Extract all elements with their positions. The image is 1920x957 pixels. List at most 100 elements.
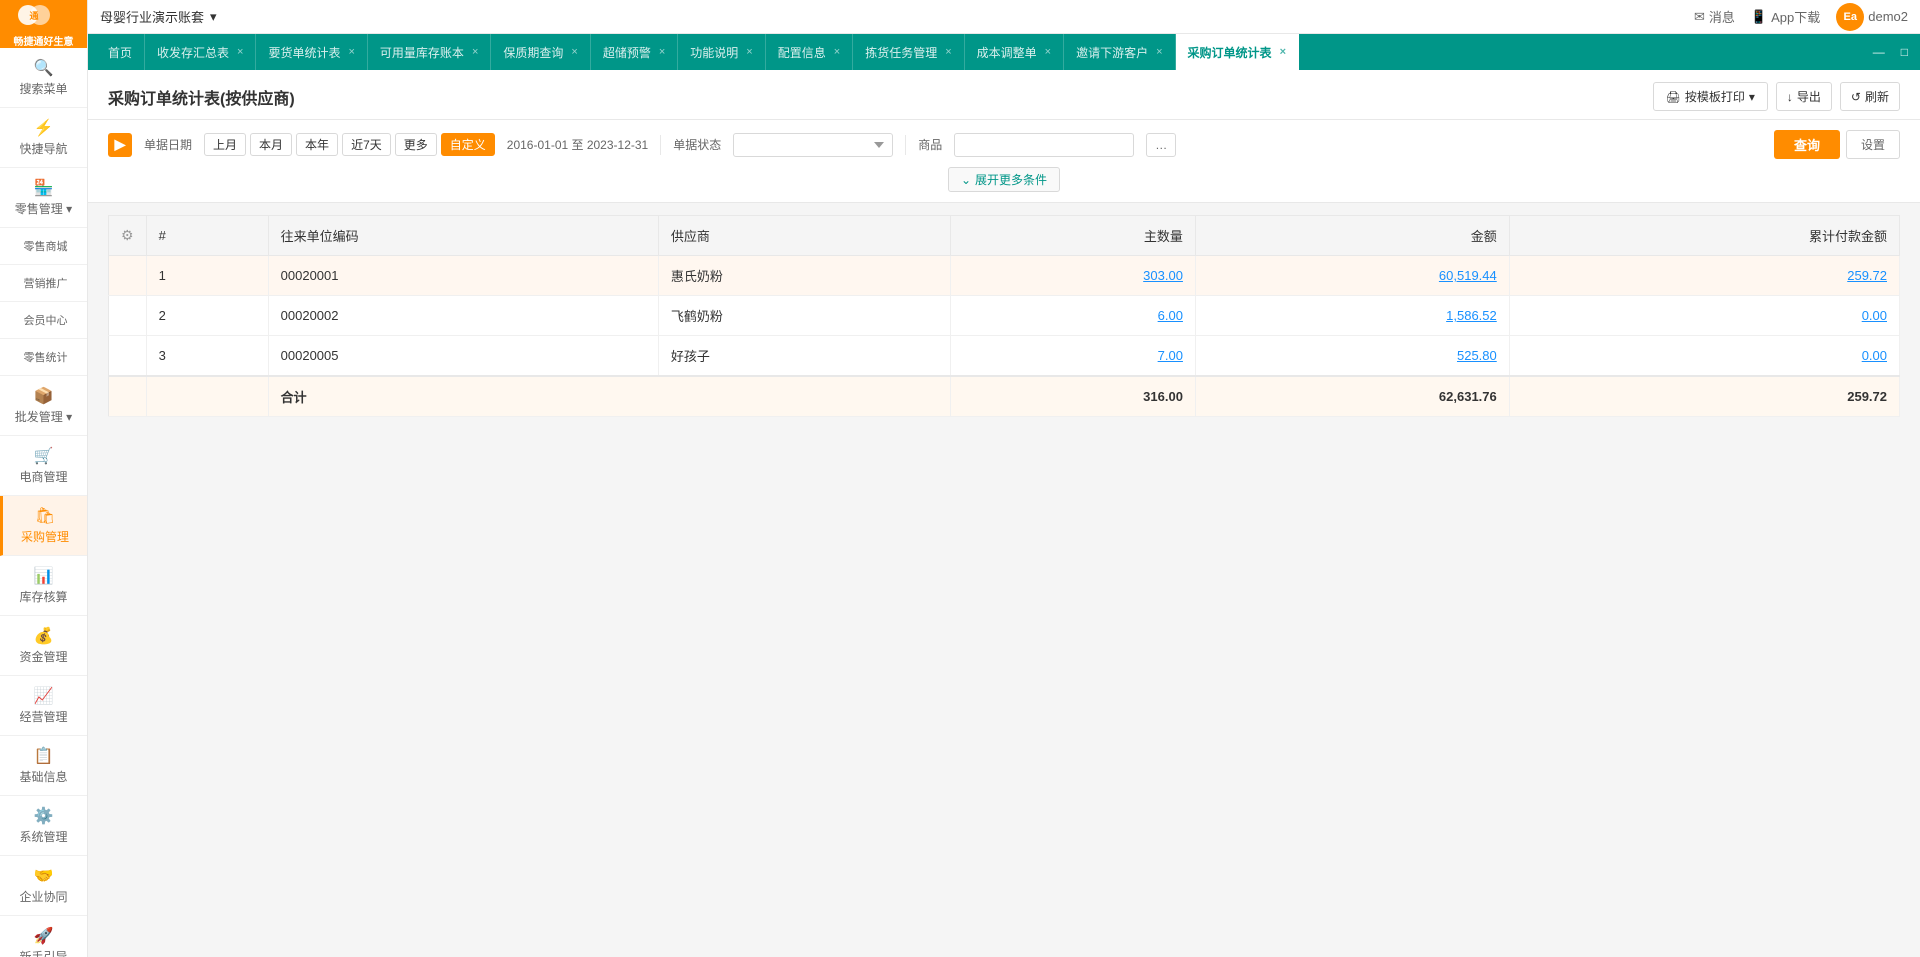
date-btn-more[interactable]: 更多 — [395, 133, 437, 156]
data-table: ⚙ # 往来单位编码 供应商 主数量 金额 累计付款金额 1 0002000 — [108, 215, 1900, 417]
td-unit-code: 00020005 — [268, 336, 658, 377]
sidebar-item-inventory[interactable]: 📊 库存核算 — [0, 556, 88, 616]
sidebar-item-search[interactable]: 🔍 搜索菜单 — [0, 48, 88, 108]
column-settings-icon[interactable]: ⚙ — [121, 227, 134, 243]
tab-overstock[interactable]: 超储预警 × — [591, 34, 678, 70]
sidebar-item-marketing[interactable]: 营销推广 — [0, 265, 88, 302]
tab-bar: 首页 收发存汇总表 × 要货单统计表 × 可用量库存账本 × 保质期查询 × 超… — [88, 34, 1920, 70]
date-btn-7days[interactable]: 近7天 — [342, 133, 391, 156]
td-seq: 2 — [146, 296, 268, 336]
tab-cost-adjust[interactable]: 成本调整单 × — [965, 34, 1064, 70]
td-supplier: 飞鹤奶粉 — [658, 296, 950, 336]
sidebar-item-newbie[interactable]: 🚀 新手引导 — [0, 916, 88, 957]
message-button[interactable]: ✉ 消息 — [1694, 7, 1735, 26]
sidebar-item-basic[interactable]: 📋 基础信息 — [0, 736, 88, 796]
td-footer-amount: 62,631.76 — [1195, 376, 1509, 417]
status-select[interactable] — [733, 133, 893, 157]
user-menu-button[interactable]: Ea demo2 — [1836, 3, 1908, 31]
date-btn-this-year[interactable]: 本年 — [296, 133, 338, 156]
separator-2 — [905, 135, 906, 155]
close-tab-icon[interactable]: × — [571, 46, 577, 58]
sidebar-item-member[interactable]: 会员中心 — [0, 302, 88, 339]
tab-config[interactable]: 配置信息 × — [766, 34, 853, 70]
sidebar-item-ops[interactable]: 📈 经营管理 — [0, 676, 88, 736]
settings-button[interactable]: 设置 — [1846, 130, 1900, 159]
date-quick-buttons: 上月 本月 本年 近7天 更多 自定义 — [204, 133, 495, 156]
username-label: demo2 — [1868, 9, 1908, 24]
chevron-down-icon: ▾ — [210, 9, 217, 25]
lightning-icon: ⚡ — [4, 118, 84, 138]
sidebar-item-wholesale[interactable]: 📦 批发管理 ▾ — [0, 376, 88, 436]
main-area: 母婴行业演示账套 ▾ ✉ 消息 📱 App下载 Ea demo2 首页 — [88, 0, 1920, 957]
sidebar-item-retail[interactable]: 🏪 零售管理 ▾ — [0, 168, 88, 228]
sidebar-item-ecom[interactable]: 🛒 电商管理 — [0, 436, 88, 496]
tab-warranty[interactable]: 保质期查询 × — [491, 34, 590, 70]
filter-area: ▶ 单据日期 上月 本月 本年 近7天 更多 自定义 2016-01-01 至 … — [88, 120, 1920, 203]
td-settings — [109, 296, 147, 336]
date-label: 单据日期 — [144, 136, 192, 153]
expand-more-conditions-button[interactable]: ⌄ 展开更多条件 — [948, 167, 1060, 192]
ops-icon: 📈 — [4, 686, 84, 706]
tab-avail-stock[interactable]: 可用量库存账本 × — [368, 34, 491, 70]
close-tab-icon[interactable]: × — [1156, 46, 1162, 58]
close-tab-icon[interactable]: × — [348, 46, 354, 58]
table-footer: 合计 316.00 62,631.76 259.72 — [109, 376, 1900, 417]
close-tab-icon[interactable]: × — [472, 46, 478, 58]
close-tab-icon[interactable]: × — [237, 46, 243, 58]
sidebar-item-retailstat[interactable]: 零售统计 — [0, 339, 88, 376]
table-body: 1 00020001 惠氏奶粉 303.00 60,519.44 259.72 … — [109, 256, 1900, 377]
td-supplier: 惠氏奶粉 — [658, 256, 950, 296]
close-tab-icon[interactable]: × — [659, 46, 665, 58]
td-settings — [109, 256, 147, 296]
date-btn-custom[interactable]: 自定义 — [441, 133, 495, 156]
close-tab-icon[interactable]: × — [1045, 46, 1051, 58]
product-input[interactable] — [954, 133, 1134, 157]
minimize-button[interactable]: — — [1869, 43, 1889, 61]
close-tab-icon[interactable]: × — [945, 46, 951, 58]
query-button[interactable]: 查询 — [1774, 130, 1840, 159]
expand-row: ⌄ 展开更多条件 — [108, 167, 1900, 192]
sidebar-item-retailshop[interactable]: 零售商城 — [0, 228, 88, 265]
chevron-down-icon: ▾ — [66, 410, 72, 424]
close-tab-icon[interactable]: × — [834, 46, 840, 58]
sidebar-item-corp[interactable]: 🤝 企业协同 — [0, 856, 88, 916]
sidebar-item-purchase[interactable]: 🛍 采购管理 — [0, 496, 88, 556]
refresh-button[interactable]: ↺ 刷新 — [1840, 82, 1900, 111]
td-paid: 0.00 — [1509, 296, 1899, 336]
refresh-icon: ↺ — [1851, 90, 1861, 104]
tab-home[interactable]: 首页 — [96, 34, 145, 70]
td-paid: 0.00 — [1509, 336, 1899, 377]
date-btn-this-month[interactable]: 本月 — [250, 133, 292, 156]
app-download-button[interactable]: 📱 App下载 — [1751, 7, 1820, 26]
export-icon: ↓ — [1787, 90, 1793, 104]
account-selector[interactable]: 母婴行业演示账套 ▾ — [100, 7, 217, 26]
more-dots-button[interactable]: … — [1146, 133, 1176, 157]
th-supplier: 供应商 — [658, 216, 950, 256]
sidebar-item-system[interactable]: ⚙️ 系统管理 — [0, 796, 88, 856]
tab-feature[interactable]: 功能说明 × — [678, 34, 765, 70]
date-btn-last-month[interactable]: 上月 — [204, 133, 246, 156]
th-main-qty: 主数量 — [950, 216, 1195, 256]
close-tab-icon[interactable]: × — [746, 46, 752, 58]
print-button[interactable]: 🖨 按模板打印 ▾ — [1653, 82, 1768, 111]
table-footer-row: 合计 316.00 62,631.76 259.72 — [109, 376, 1900, 417]
tab-purchase-stat[interactable]: 采购订单统计表 × — [1176, 34, 1299, 70]
td-main-qty: 7.00 — [950, 336, 1195, 377]
chevron-down-icon: ⌄ — [961, 173, 971, 187]
filter-toggle-button[interactable]: ▶ — [108, 133, 132, 157]
header-bar: 母婴行业演示账套 ▾ ✉ 消息 📱 App下载 Ea demo2 — [88, 0, 1920, 34]
td-paid: 259.72 — [1509, 256, 1899, 296]
td-main-qty: 303.00 — [950, 256, 1195, 296]
sidebar-item-quicknav[interactable]: ⚡ 快捷导航 — [0, 108, 88, 168]
tab-invite-customer[interactable]: 邀请下游客户 × — [1064, 34, 1175, 70]
close-tab-icon[interactable]: × — [1280, 46, 1286, 58]
sidebar-item-finance[interactable]: 💰 资金管理 — [0, 616, 88, 676]
table-area: ⚙ # 往来单位编码 供应商 主数量 金额 累计付款金额 1 0002000 — [88, 203, 1920, 957]
header-right: ✉ 消息 📱 App下载 Ea demo2 — [1694, 3, 1908, 31]
tab-receive-send[interactable]: 收发存汇总表 × — [145, 34, 256, 70]
tab-order-stat[interactable]: 要货单统计表 × — [256, 34, 367, 70]
export-button[interactable]: ↓ 导出 — [1776, 82, 1832, 111]
tab-pick-task[interactable]: 拣货任务管理 × — [853, 34, 964, 70]
logo-text: 畅捷通好生意 — [14, 33, 74, 48]
maximize-button[interactable]: □ — [1897, 43, 1912, 61]
